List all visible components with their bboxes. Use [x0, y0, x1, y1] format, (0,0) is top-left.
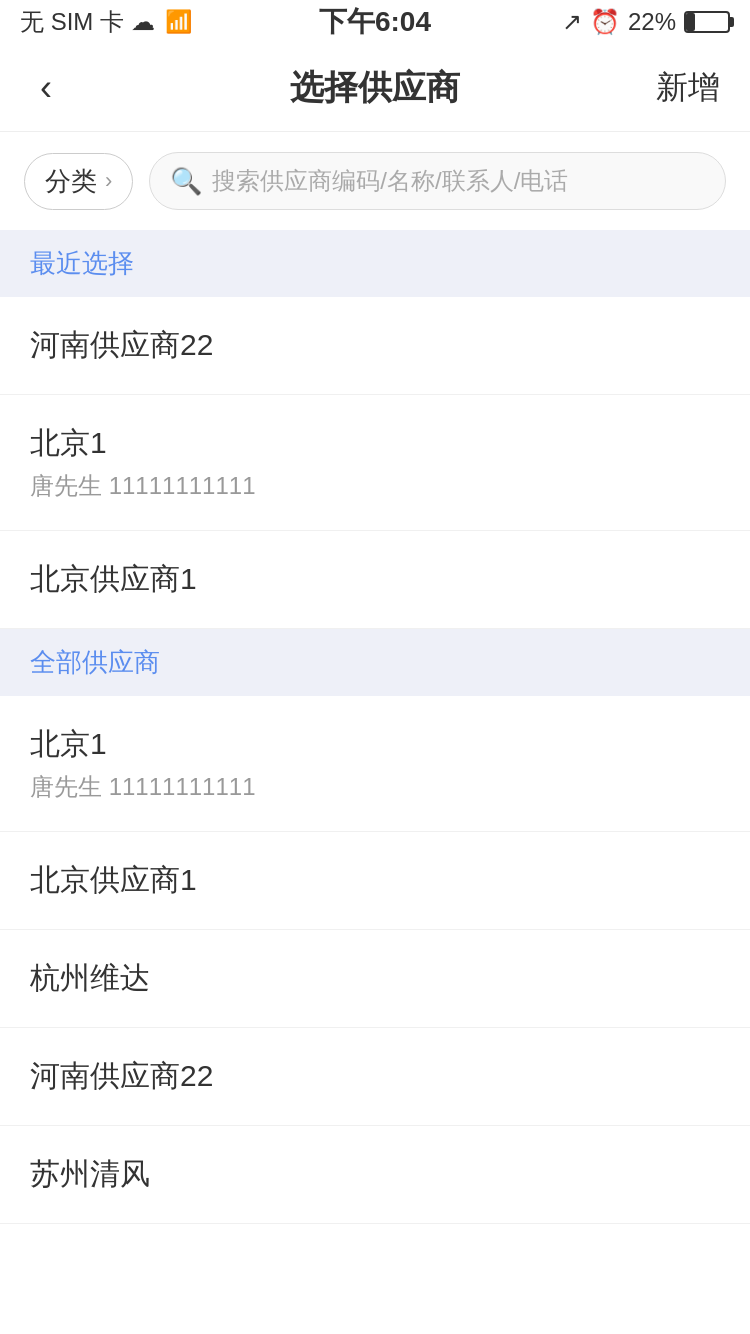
item-name: 苏州清风 — [30, 1154, 720, 1195]
item-name: 河南供应商22 — [30, 325, 720, 366]
all-list: 北京1 唐先生 11111111111 北京供应商1 杭州维达 河南供应商22 … — [0, 696, 750, 1224]
battery-percent: 22% — [628, 8, 676, 36]
list-item[interactable]: 北京1 唐先生 11111111111 — [0, 696, 750, 832]
wifi-icon: 📶 — [165, 9, 192, 35]
chevron-right-icon: › — [105, 168, 112, 194]
search-placeholder: 搜索供应商编码/名称/联系人/电话 — [212, 165, 568, 197]
add-button[interactable]: 新增 — [656, 66, 720, 110]
category-label: 分类 — [45, 164, 97, 199]
page-title: 选择供应商 — [290, 65, 460, 111]
recent-section-label: 最近选择 — [30, 248, 134, 278]
all-section-header: 全部供应商 — [0, 629, 750, 696]
list-item[interactable]: 北京供应商1 — [0, 531, 750, 629]
no-sim-label: 无 SIM 卡 ☁ — [20, 6, 155, 38]
item-name: 北京1 — [30, 724, 720, 765]
item-name: 北京供应商1 — [30, 860, 720, 901]
list-item[interactable]: 杭州维达 — [0, 930, 750, 1028]
location-icon: ↗ — [562, 8, 582, 36]
item-detail: 唐先生 11111111111 — [30, 771, 720, 803]
status-bar: 无 SIM 卡 ☁ 📶 下午6:04 ↗ ⏰ 22% — [0, 0, 750, 44]
list-item[interactable]: 河南供应商22 — [0, 1028, 750, 1126]
category-button[interactable]: 分类 › — [24, 153, 133, 210]
battery-icon — [684, 11, 730, 33]
item-name: 河南供应商22 — [30, 1056, 720, 1097]
status-right: ↗ ⏰ 22% — [562, 8, 730, 36]
filter-bar: 分类 › 🔍 搜索供应商编码/名称/联系人/电话 — [0, 132, 750, 230]
status-left: 无 SIM 卡 ☁ 📶 — [20, 6, 192, 38]
all-section-label: 全部供应商 — [30, 647, 160, 677]
status-time: 下午6:04 — [319, 3, 431, 41]
item-name: 北京1 — [30, 423, 720, 464]
item-detail: 唐先生 11111111111 — [30, 470, 720, 502]
list-item[interactable]: 苏州清风 — [0, 1126, 750, 1224]
list-item[interactable]: 河南供应商22 — [0, 297, 750, 395]
list-item[interactable]: 北京供应商1 — [0, 832, 750, 930]
list-item[interactable]: 北京1 唐先生 11111111111 — [0, 395, 750, 531]
search-box[interactable]: 🔍 搜索供应商编码/名称/联系人/电话 — [149, 152, 726, 210]
item-name: 北京供应商1 — [30, 559, 720, 600]
search-icon: 🔍 — [170, 166, 202, 197]
recent-list: 河南供应商22 北京1 唐先生 11111111111 北京供应商1 — [0, 297, 750, 629]
item-name: 杭州维达 — [30, 958, 720, 999]
alarm-icon: ⏰ — [590, 8, 620, 36]
back-button[interactable]: ‹ — [30, 57, 62, 119]
nav-bar: ‹ 选择供应商 新增 — [0, 44, 750, 132]
recent-section-header: 最近选择 — [0, 230, 750, 297]
